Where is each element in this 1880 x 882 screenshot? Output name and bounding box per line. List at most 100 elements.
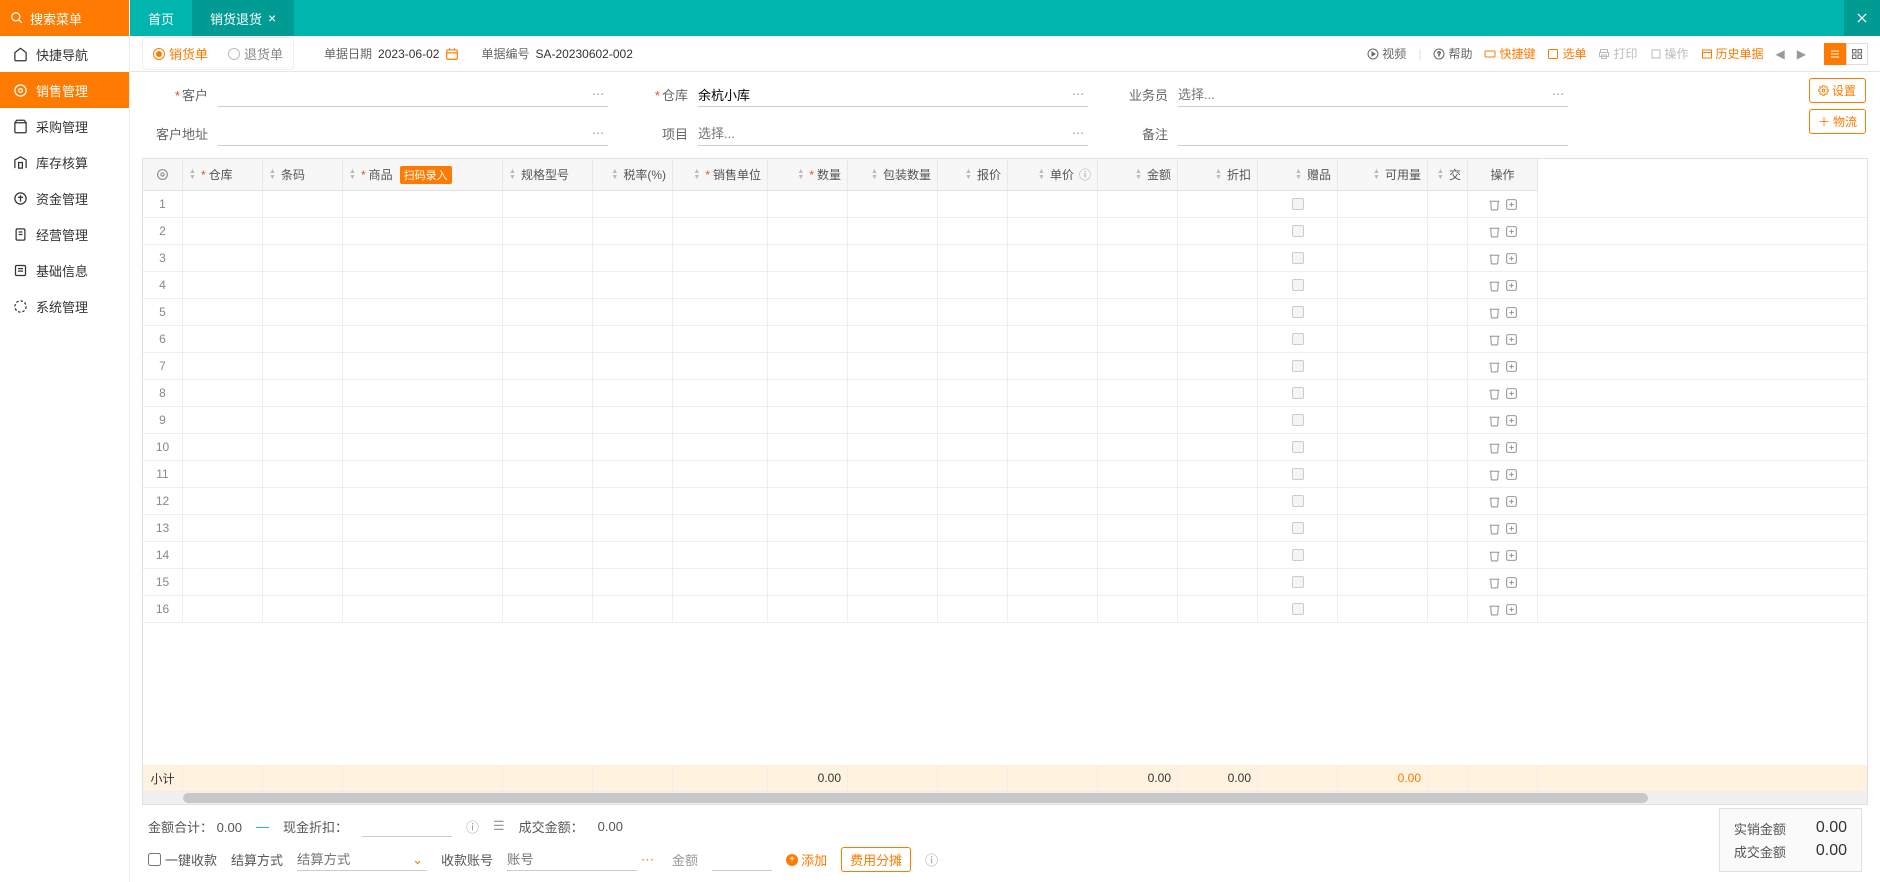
nav-item-7[interactable]: 系统管理 [0,288,129,324]
close-all-icon[interactable] [1844,0,1880,36]
table-row[interactable]: 6 [143,326,1867,353]
account-input[interactable] [507,849,637,871]
gift-checkbox[interactable] [1292,495,1304,507]
add-row-icon[interactable] [1505,333,1518,346]
table-row[interactable]: 14 [143,542,1867,569]
add-button[interactable]: + 添加 [786,850,827,869]
customer-picker-icon[interactable]: ⋯ [588,87,608,101]
col-header-5[interactable]: ▲▼税率(%) [593,159,673,191]
sort-icon[interactable]: ▲▼ [1135,169,1142,181]
delete-icon[interactable] [1488,468,1501,481]
chevron-down-icon[interactable]: ⌄ [412,852,423,868]
table-row[interactable]: 4 [143,272,1867,299]
info-icon[interactable]: ⓘ [1079,166,1091,183]
settle-input[interactable] [297,849,427,871]
calendar-icon[interactable] [445,47,459,61]
add-row-icon[interactable] [1505,414,1518,427]
info-icon[interactable]: ⓘ [466,817,479,836]
delete-icon[interactable] [1488,225,1501,238]
amount-input[interactable] [712,849,772,871]
col-header-7[interactable]: ▲▼*数量 [768,159,848,191]
col-header-9[interactable]: ▲▼报价 [938,159,1008,191]
add-row-icon[interactable] [1505,225,1518,238]
doc-date-value[interactable]: 2023-06-02 [378,47,439,61]
delete-icon[interactable] [1488,306,1501,319]
col-header-15[interactable]: ▲▼交 [1428,159,1468,191]
col-header-6[interactable]: ▲▼*销售单位 [673,159,768,191]
delete-icon[interactable] [1488,576,1501,589]
add-row-icon[interactable] [1505,441,1518,454]
col-header-14[interactable]: ▲▼可用量 [1338,159,1428,191]
add-row-icon[interactable] [1505,495,1518,508]
nav-item-1[interactable]: 销售管理 [0,72,129,108]
next-icon[interactable]: ▶ [1797,47,1806,61]
delete-icon[interactable] [1488,279,1501,292]
nav-item-6[interactable]: 基础信息 [0,252,129,288]
sort-icon[interactable]: ▲▼ [349,169,356,181]
remark-input[interactable] [1178,121,1568,145]
info-icon-2[interactable]: ⓘ [925,850,938,869]
add-row-icon[interactable] [1505,468,1518,481]
table-row[interactable]: 7 [143,353,1867,380]
select-button[interactable]: 选单 [1547,45,1586,62]
doctype-0[interactable]: 销货单 [145,40,216,67]
col-header-4[interactable]: ▲▼规格型号 [503,159,593,191]
add-row-icon[interactable] [1505,603,1518,616]
one-click-checkbox[interactable] [148,853,161,866]
warehouse-input[interactable] [698,82,1068,106]
delete-icon[interactable] [1488,522,1501,535]
col-header-12[interactable]: ▲▼折扣 [1178,159,1258,191]
scan-badge[interactable]: 扫码录入 [400,166,452,184]
gift-checkbox[interactable] [1292,603,1304,615]
search-menu[interactable]: 搜索菜单 [0,0,129,36]
gift-checkbox[interactable] [1292,576,1304,588]
gift-checkbox[interactable] [1292,387,1304,399]
sort-icon[interactable]: ▲▼ [797,169,804,181]
gift-checkbox[interactable] [1292,306,1304,318]
nav-item-4[interactable]: 资金管理 [0,180,129,216]
table-row[interactable]: 16 [143,596,1867,623]
customer-input[interactable] [218,82,588,106]
gift-checkbox[interactable] [1292,522,1304,534]
table-row[interactable]: 11 [143,461,1867,488]
sort-icon[interactable]: ▲▼ [1038,169,1045,181]
table-row[interactable]: 10 [143,434,1867,461]
table-row[interactable]: 9 [143,407,1867,434]
project-picker-icon[interactable]: ⋯ [1068,126,1088,140]
view-list-icon[interactable] [1824,43,1846,65]
salesperson-input[interactable] [1178,82,1548,106]
fee-split-button[interactable]: 费用分摊 [841,847,911,872]
nav-item-2[interactable]: 采购管理 [0,108,129,144]
logistics-button[interactable]: ＋物流 [1809,109,1866,134]
table-row[interactable]: 12 [143,488,1867,515]
customer-addr-picker-icon[interactable]: ⋯ [588,126,608,140]
sort-icon[interactable]: ▲▼ [871,169,878,181]
gift-checkbox[interactable] [1292,468,1304,480]
gift-checkbox[interactable] [1292,225,1304,237]
table-row[interactable]: 2 [143,218,1867,245]
video-button[interactable]: 视频 [1367,45,1406,62]
sort-icon[interactable]: ▲▼ [1295,169,1302,181]
sort-icon[interactable]: ▲▼ [1373,169,1380,181]
add-row-icon[interactable] [1505,387,1518,400]
delete-icon[interactable] [1488,414,1501,427]
add-row-icon[interactable] [1505,279,1518,292]
col-header-3[interactable]: ▲▼*商品扫码录入 [343,159,503,191]
gear-icon[interactable] [156,168,169,181]
tab-close-icon[interactable]: × [268,10,276,26]
nav-item-3[interactable]: 库存核算 [0,144,129,180]
sort-icon[interactable]: ▲▼ [1437,169,1444,181]
customer-addr-input[interactable] [218,121,588,145]
project-input[interactable] [698,121,1068,145]
delete-icon[interactable] [1488,333,1501,346]
sort-icon[interactable]: ▲▼ [693,169,700,181]
salesperson-picker-icon[interactable]: ⋯ [1548,87,1568,101]
sort-icon[interactable]: ▲▼ [1215,169,1222,181]
add-row-icon[interactable] [1505,576,1518,589]
gift-checkbox[interactable] [1292,441,1304,453]
add-row-icon[interactable] [1505,306,1518,319]
table-row[interactable]: 3 [143,245,1867,272]
history-button[interactable]: 历史单据 [1701,45,1764,62]
sort-icon[interactable]: ▲▼ [509,169,516,181]
gift-checkbox[interactable] [1292,333,1304,345]
